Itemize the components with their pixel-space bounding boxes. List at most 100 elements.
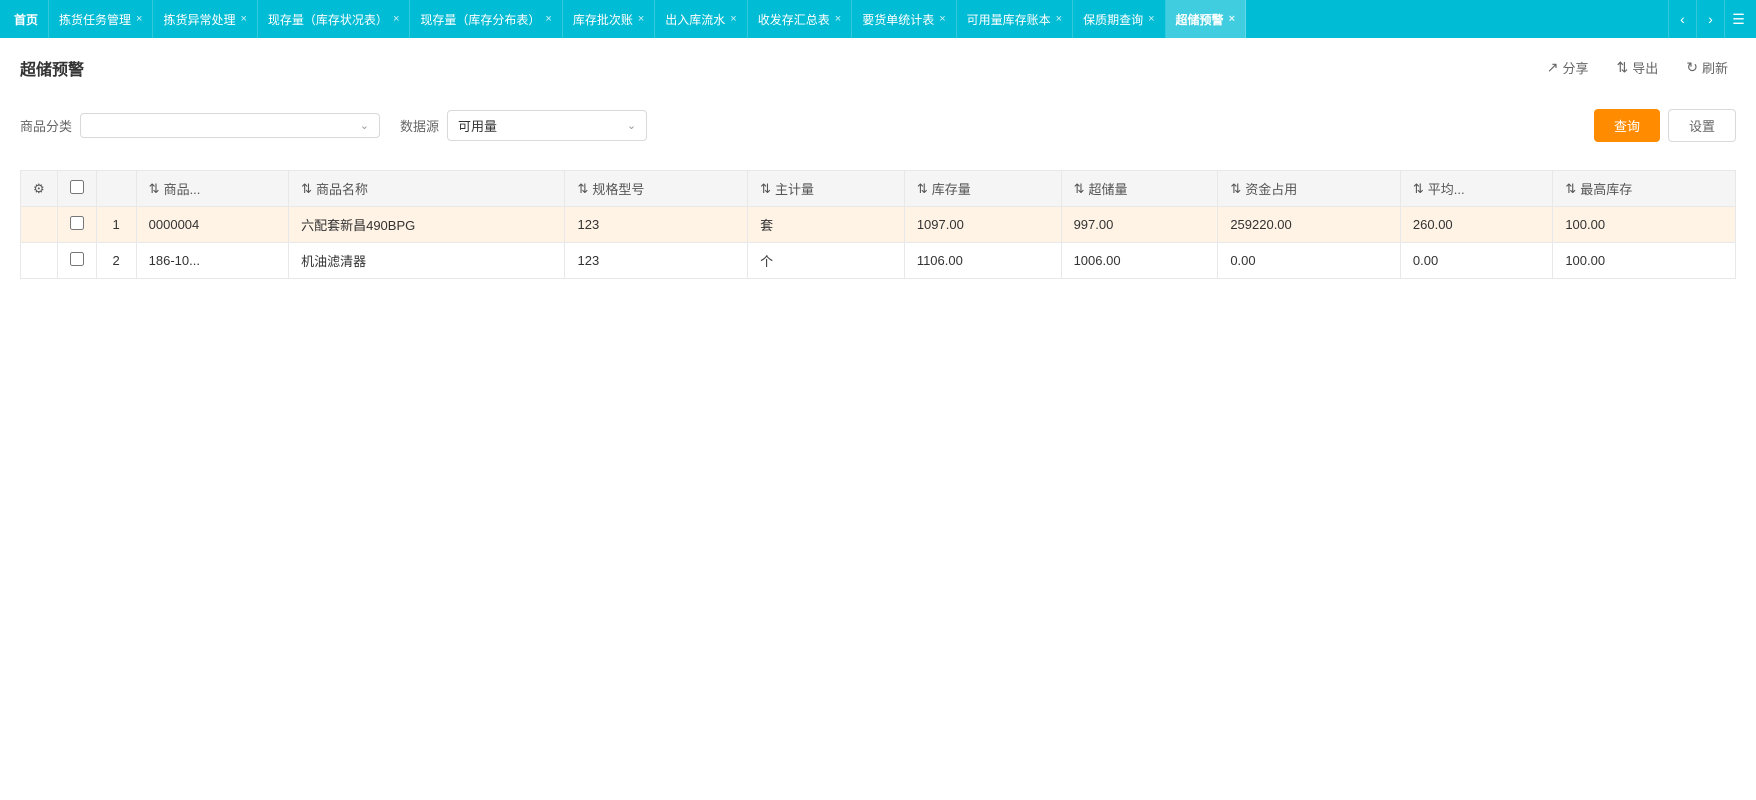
category-select[interactable]: ⌄ xyxy=(80,113,380,138)
nav-label-pick-exception: 拣货异常处理 xyxy=(163,11,235,28)
nav-item-overstock-warning[interactable]: 超储预警 × xyxy=(1166,0,1246,38)
select-all-checkbox[interactable] xyxy=(70,180,84,194)
close-expiry-query[interactable]: × xyxy=(1148,13,1154,25)
row-avg-0: 260.00 xyxy=(1400,207,1552,243)
th-product-code[interactable]: ⇅ 商品... xyxy=(136,171,288,207)
share-button[interactable]: ↗ 分享 xyxy=(1539,54,1597,81)
row-num-1: 2 xyxy=(96,243,136,279)
close-overstock-warning[interactable]: × xyxy=(1229,13,1235,25)
th-max-stock[interactable]: ⇅ 最高库存 xyxy=(1553,171,1736,207)
sort-overstock[interactable]: ⇅ 超储量 xyxy=(1074,179,1128,198)
sort-capital[interactable]: ⇅ 资金占用 xyxy=(1230,179,1297,198)
nav-item-available-inventory[interactable]: 可用量库存账本 × xyxy=(957,0,1073,38)
datasource-label: 数据源 xyxy=(400,116,439,135)
refresh-button[interactable]: ↻ 刷新 xyxy=(1678,54,1736,81)
nav-arrow-left[interactable]: ‹ xyxy=(1668,0,1696,38)
category-chevron-icon: ⌄ xyxy=(360,119,369,132)
close-available-inventory[interactable]: × xyxy=(1056,13,1062,25)
nav-arrow-menu[interactable]: ☰ xyxy=(1724,0,1752,38)
close-receive-summary[interactable]: × xyxy=(835,13,841,25)
row-overstock-0: 997.00 xyxy=(1061,207,1218,243)
row-spec-1: 123 xyxy=(565,243,748,279)
category-label: 商品分类 xyxy=(20,116,72,135)
sort-stock[interactable]: ⇅ 库存量 xyxy=(917,179,971,198)
sort-product-name[interactable]: ⇅ 商品名称 xyxy=(301,179,368,198)
table-header-row: ⚙ ⇅ 商品... ⇅ 商品名称 xyxy=(21,171,1736,207)
row-stock-0: 1097.00 xyxy=(904,207,1061,243)
nav-item-expiry-query[interactable]: 保质期查询 × xyxy=(1073,0,1165,38)
nav-label-available-inventory: 可用量库存账本 xyxy=(967,11,1051,28)
row-stock-1: 1106.00 xyxy=(904,243,1061,279)
nav-item-pick-exception[interactable]: 拣货异常处理 × xyxy=(153,0,257,38)
close-inventory-status[interactable]: × xyxy=(393,13,399,25)
export-button[interactable]: ⇅ 导出 xyxy=(1609,54,1667,81)
filter-row: 商品分类 ⌄ 数据源 可用量 ⌄ 查询 设置 xyxy=(20,97,1736,154)
th-capital[interactable]: ⇅ 资金占用 xyxy=(1218,171,1401,207)
nav-arrows: ‹ › ☰ xyxy=(1668,0,1752,38)
th-unit[interactable]: ⇅ 主计量 xyxy=(748,171,905,207)
nav-item-inventory-dist[interactable]: 现存量（库存分布表） × xyxy=(410,0,562,38)
nav-label-overstock-warning: 超储预警 xyxy=(1176,11,1224,28)
page-title: 超储预警 xyxy=(20,56,84,80)
row-capital-1: 0.00 xyxy=(1218,243,1401,279)
row-spec-0: 123 xyxy=(565,207,748,243)
th-product-name[interactable]: ⇅ 商品名称 xyxy=(289,171,565,207)
nav-item-inventory-status[interactable]: 现存量（库存状况表） × xyxy=(258,0,410,38)
row-product-name-0: 六配套新昌490BPG xyxy=(289,207,565,243)
nav-arrow-right[interactable]: › xyxy=(1696,0,1724,38)
nav-label-order-stats: 要货单统计表 xyxy=(862,11,934,28)
sort-unit[interactable]: ⇅ 主计量 xyxy=(760,179,814,198)
nav-item-inout-flow[interactable]: 出入库流水 × xyxy=(655,0,747,38)
close-order-stats[interactable]: × xyxy=(939,13,945,25)
nav-item-receive-summary[interactable]: 收发存汇总表 × xyxy=(748,0,852,38)
close-batch-account[interactable]: × xyxy=(638,13,644,25)
sort-spec[interactable]: ⇅ 规格型号 xyxy=(577,179,644,198)
close-inventory-dist[interactable]: × xyxy=(545,13,551,25)
table-row: 1 0000004 六配套新昌490BPG 123 套 1097.00 997.… xyxy=(21,207,1736,243)
row-avg-1: 0.00 xyxy=(1400,243,1552,279)
row-capital-0: 259220.00 xyxy=(1218,207,1401,243)
category-filter: 商品分类 ⌄ xyxy=(20,113,380,138)
row-product-code-1: 186-10... xyxy=(136,243,288,279)
nav-item-home[interactable]: 首页 xyxy=(4,0,49,38)
refresh-icon: ↻ xyxy=(1686,59,1698,76)
sort-max-stock[interactable]: ⇅ 最高库存 xyxy=(1565,179,1632,198)
nav-item-pick-task[interactable]: 拣货任务管理 × xyxy=(49,0,153,38)
row-num-0: 1 xyxy=(96,207,136,243)
row-checkbox-1[interactable] xyxy=(70,252,84,266)
export-icon: ⇅ xyxy=(1617,59,1629,76)
nav-item-batch-account[interactable]: 库存批次账 × xyxy=(563,0,655,38)
nav-item-order-stats[interactable]: 要货单统计表 × xyxy=(852,0,956,38)
settings-button[interactable]: 设置 xyxy=(1668,109,1736,142)
row-unit-0: 套 xyxy=(748,207,905,243)
row-overstock-1: 1006.00 xyxy=(1061,243,1218,279)
nav-label-pick-task: 拣货任务管理 xyxy=(59,11,131,28)
row-check-0[interactable] xyxy=(57,207,96,243)
row-check-1[interactable] xyxy=(57,243,96,279)
sort-avg[interactable]: ⇅ 平均... xyxy=(1413,179,1465,198)
close-pick-exception[interactable]: × xyxy=(240,13,246,25)
page-actions: ↗ 分享 ⇅ 导出 ↻ 刷新 xyxy=(1539,54,1736,81)
filter-actions: 查询 设置 xyxy=(1594,109,1736,142)
th-avg[interactable]: ⇅ 平均... xyxy=(1400,171,1552,207)
th-gear[interactable]: ⚙ xyxy=(21,171,58,207)
row-checkbox-0[interactable] xyxy=(70,216,84,230)
th-overstock[interactable]: ⇅ 超储量 xyxy=(1061,171,1218,207)
th-spec[interactable]: ⇅ 规格型号 xyxy=(565,171,748,207)
close-inout-flow[interactable]: × xyxy=(730,13,736,25)
nav-label-inventory-status: 现存量（库存状况表） xyxy=(268,11,388,28)
close-pick-task[interactable]: × xyxy=(136,13,142,25)
row-product-name-1: 机油滤清器 xyxy=(289,243,565,279)
nav-label-expiry-query: 保质期查询 xyxy=(1083,11,1143,28)
sort-product-code[interactable]: ⇅ 商品... xyxy=(149,179,201,198)
refresh-label: 刷新 xyxy=(1702,58,1728,77)
data-table: ⚙ ⇅ 商品... ⇅ 商品名称 xyxy=(20,170,1736,279)
th-stock[interactable]: ⇅ 库存量 xyxy=(904,171,1061,207)
datasource-select[interactable]: 可用量 ⌄ xyxy=(447,110,647,141)
query-button[interactable]: 查询 xyxy=(1594,109,1660,142)
row-gear-1 xyxy=(21,243,58,279)
nav-bar: 首页 拣货任务管理 × 拣货异常处理 × 现存量（库存状况表） × 现存量（库存… xyxy=(0,0,1756,38)
row-max-stock-0: 100.00 xyxy=(1553,207,1736,243)
share-label: 分享 xyxy=(1562,58,1588,77)
export-label: 导出 xyxy=(1632,58,1658,77)
